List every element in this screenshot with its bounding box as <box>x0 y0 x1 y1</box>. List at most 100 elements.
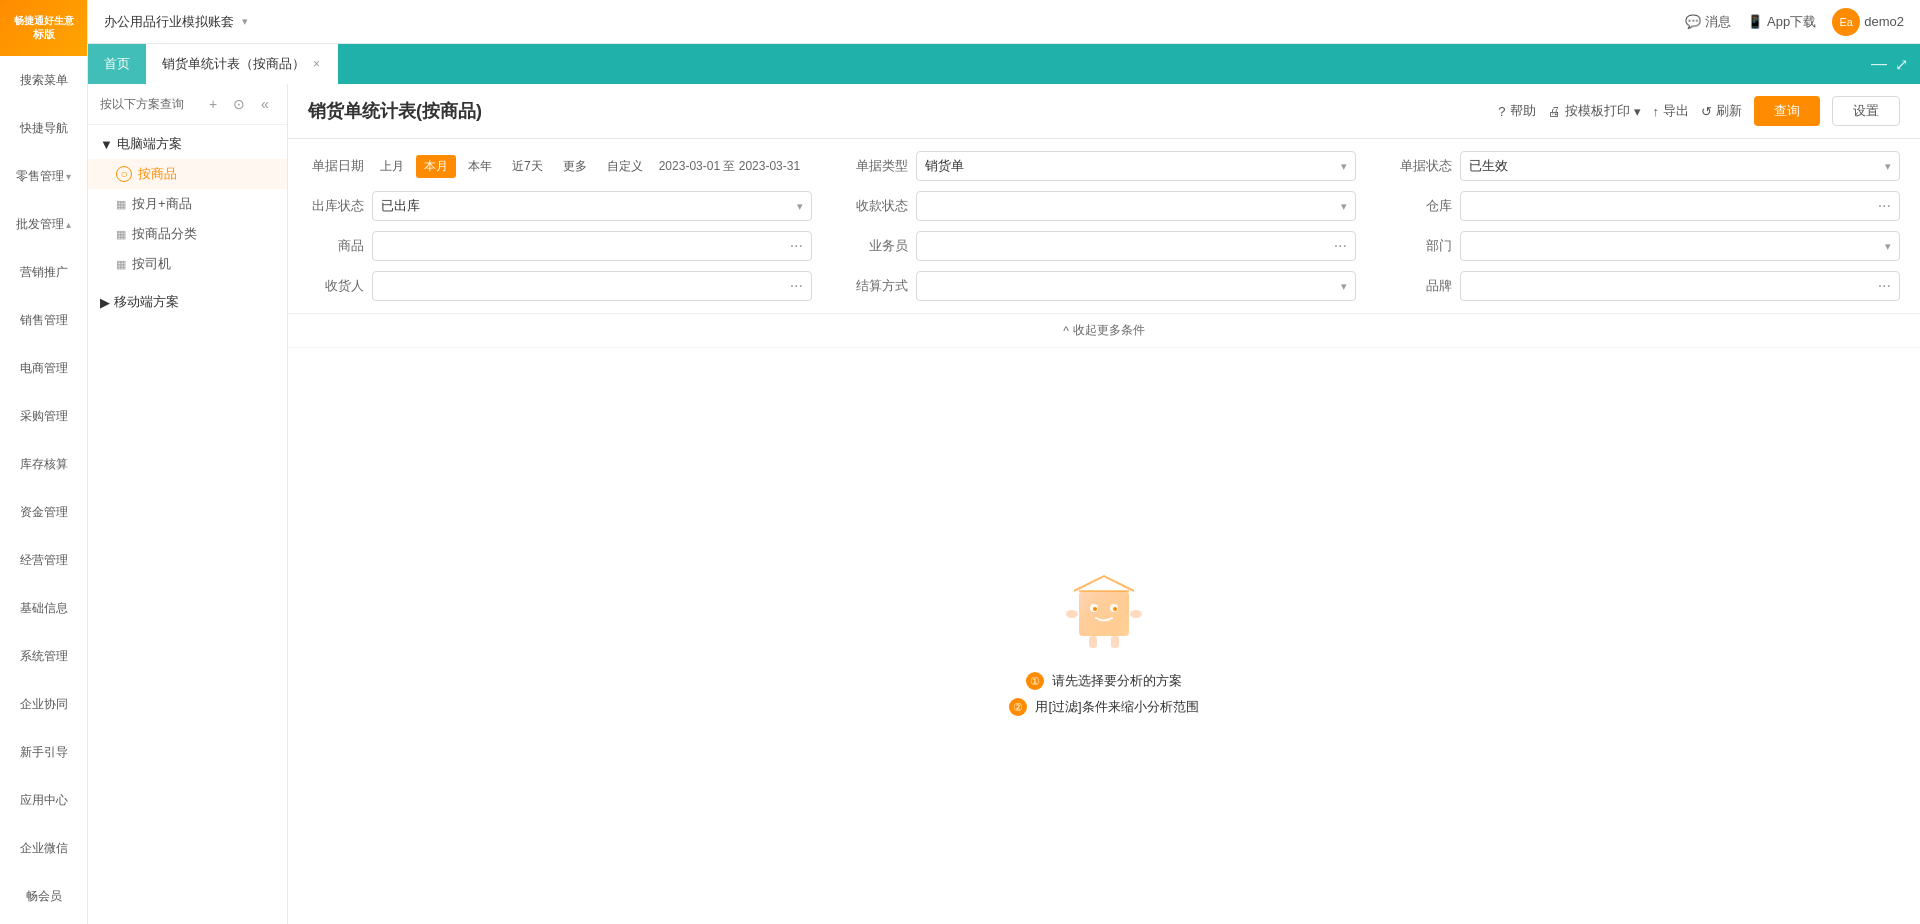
print-button[interactable]: 🖨 按模板打印 ▾ <box>1548 102 1641 120</box>
dept-control[interactable]: ▾ <box>1460 231 1900 261</box>
sidebar-item-guide[interactable]: 新手引导 <box>0 728 88 776</box>
sidebar-item-finance[interactable]: 资金管理 <box>0 488 88 536</box>
sidebar-item-label: 批发管理 <box>16 216 64 233</box>
chevron-up-icon: ▴ <box>66 219 71 230</box>
collapse-bar[interactable]: ^ 收起更多条件 <box>288 313 1920 347</box>
filter-row-2: 出库状态 已出库 ▾ 收款状态 ▾ <box>308 191 1900 221</box>
sidebar-item-label: 基础信息 <box>20 600 68 617</box>
tree-parent-mobile[interactable]: ▶ 移动端方案 <box>88 287 287 317</box>
storage-control[interactable]: ··· <box>1460 191 1900 221</box>
tab-minimize-button[interactable]: — <box>1871 55 1887 73</box>
tab-close-icon[interactable]: × <box>311 55 322 73</box>
doc-status-control[interactable]: 已生效 ▾ <box>1460 151 1900 181</box>
date-tab-last-month[interactable]: 上月 <box>372 155 412 178</box>
filter-receiver: 收货人 ··· <box>308 271 812 301</box>
scheme-icon: ▦ <box>116 228 126 241</box>
refresh-button[interactable]: ↺ 刷新 <box>1701 102 1742 120</box>
brand-control[interactable]: ··· <box>1460 271 1900 301</box>
sidebar-item-ecommerce[interactable]: 电商管理 <box>0 344 88 392</box>
sidebar-item-wholesale[interactable]: 批发管理 ▴ <box>0 200 88 248</box>
sidebar-item-sales[interactable]: 销售管理 <box>0 296 88 344</box>
sidebar-item-wechat[interactable]: 企业微信 <box>0 824 88 872</box>
page-title: 销货单统计表(按商品) <box>308 99 482 123</box>
export-button[interactable]: ↑ 导出 <box>1653 102 1690 120</box>
warehouse-status-value: 已出库 <box>381 197 797 215</box>
left-panel: 按以下方案查询 + ⊙ « ▼ 电脑端方案 <box>88 84 288 924</box>
tab-maximize-button[interactable]: ⤢ <box>1895 55 1908 74</box>
filter-warehouse-status: 出库状态 已出库 ▾ <box>308 191 812 221</box>
user-name: demo2 <box>1864 14 1904 29</box>
sidebar-item-member[interactable]: 畅会员 <box>0 872 88 920</box>
scheme-settings-button[interactable]: ⊙ <box>229 94 249 114</box>
help-button[interactable]: ? 帮助 <box>1498 102 1535 120</box>
setting-button[interactable]: 设置 <box>1832 96 1900 126</box>
app-logo[interactable]: 畅捷通好生意 标版 <box>0 0 88 56</box>
more-icon: ··· <box>1878 277 1891 295</box>
filter-date: 单据日期 上月 本月 本年 近7天 更多 自定义 2023-03-01 至 20… <box>308 155 812 178</box>
doc-type-value: 销货单 <box>925 157 1341 175</box>
goods-control[interactable]: ··· <box>372 231 812 261</box>
user-menu[interactable]: Ea demo2 <box>1832 8 1904 36</box>
query-button[interactable]: 查询 <box>1754 96 1820 126</box>
tree-child-by-goods[interactable]: ○ 按商品 <box>88 159 287 189</box>
sidebar-item-operation[interactable]: 经营管理 <box>0 536 88 584</box>
date-tab-custom[interactable]: 自定义 <box>599 155 651 178</box>
warehouse-status-control[interactable]: 已出库 ▾ <box>372 191 812 221</box>
app-download-button[interactable]: 📱 App下载 <box>1747 13 1816 31</box>
sidebar-item-search[interactable]: 搜索菜单 <box>0 56 88 104</box>
main-area: 办公用品行业模拟账套 ▾ 💬 消息 📱 App下载 Ea demo2 首页 <box>88 0 1920 924</box>
tab-spacer <box>338 44 1859 84</box>
tree-child-by-driver[interactable]: ▦ 按司机 <box>88 249 287 279</box>
date-control: 上月 本月 本年 近7天 更多 自定义 2023-03-01 至 2023-03… <box>372 155 812 178</box>
sidebar-item-basic[interactable]: 基础信息 <box>0 584 88 632</box>
sidebar-item-label: 企业协同 <box>20 696 68 713</box>
tree-child-by-month-goods[interactable]: ▦ 按月+商品 <box>88 189 287 219</box>
tab-home[interactable]: 首页 <box>88 44 146 84</box>
payment-status-control[interactable]: ▾ <box>916 191 1356 221</box>
sidebar-item-inventory[interactable]: 库存核算 <box>0 440 88 488</box>
tree-child-by-category[interactable]: ▦ 按商品分类 <box>88 219 287 249</box>
sidebar-item-enterprise[interactable]: 企业协同 <box>0 680 88 728</box>
date-tab-this-month[interactable]: 本月 <box>416 155 456 178</box>
date-tab-7days[interactable]: 近7天 <box>504 155 551 178</box>
tab-window-actions: — ⤢ <box>1859 44 1920 84</box>
sidebar-item-marketing[interactable]: 营销推广 <box>0 248 88 296</box>
industry-dropdown-icon[interactable]: ▾ <box>242 15 248 28</box>
empty-hint-1: ① 请先选择要分析的方案 <box>1026 672 1182 690</box>
date-tab-this-year[interactable]: 本年 <box>460 155 500 178</box>
tree-mobile: ▶ 移动端方案 <box>88 283 287 321</box>
date-tab-more[interactable]: 更多 <box>555 155 595 178</box>
export-icon: ↑ <box>1653 104 1660 119</box>
tab-sales-stats[interactable]: 销货单统计表（按商品） × <box>146 44 338 84</box>
receiver-control[interactable]: ··· <box>372 271 812 301</box>
empty-illustration <box>1054 556 1154 656</box>
message-button[interactable]: 💬 消息 <box>1685 13 1731 31</box>
filter-row-1: 单据日期 上月 本月 本年 近7天 更多 自定义 2023-03-01 至 20… <box>308 151 1900 181</box>
sidebar-item-appcenter[interactable]: 应用中心 <box>0 776 88 824</box>
print-dropdown-icon: ▾ <box>1634 104 1641 119</box>
brand-label: 品牌 <box>1396 277 1452 295</box>
refresh-icon: ↺ <box>1701 104 1712 119</box>
sidebar-item-system[interactable]: 系统管理 <box>0 632 88 680</box>
sidebar-item-quicknav[interactable]: 快捷导航 <box>0 104 88 152</box>
chevron-down-icon: ▾ <box>66 171 71 182</box>
sidebar-item-label: 经营管理 <box>20 552 68 569</box>
add-scheme-button[interactable]: + <box>203 94 223 114</box>
message-icon: 💬 <box>1685 14 1701 29</box>
doc-type-label: 单据类型 <box>852 157 908 175</box>
date-label: 单据日期 <box>308 157 364 175</box>
sidebar-item-retail[interactable]: 零售管理 ▾ <box>0 152 88 200</box>
scheme-icon: ▦ <box>116 258 126 271</box>
staff-control[interactable]: ··· <box>916 231 1356 261</box>
panel-collapse-button[interactable]: « <box>255 94 275 114</box>
sidebar: 畅捷通好生意 标版 搜索菜单 快捷导航 零售管理 ▾ 批发管理 ▴ 营销推广 销… <box>0 0 88 924</box>
settlement-control[interactable]: ▾ <box>916 271 1356 301</box>
filter-storage: 仓库 ··· <box>1396 191 1900 221</box>
page-actions: ? 帮助 🖨 按模板打印 ▾ ↑ 导出 ↺ <box>1498 96 1900 126</box>
filter-doc-status: 单据状态 已生效 ▾ <box>1396 151 1900 181</box>
sidebar-item-purchase[interactable]: 采购管理 <box>0 392 88 440</box>
right-panel: 销货单统计表(按商品) ? 帮助 🖨 按模板打印 ▾ ↑ <box>288 84 1920 924</box>
svg-point-7 <box>1130 610 1142 618</box>
tree-parent-desktop[interactable]: ▼ 电脑端方案 <box>88 129 287 159</box>
doc-type-control[interactable]: 销货单 ▾ <box>916 151 1356 181</box>
